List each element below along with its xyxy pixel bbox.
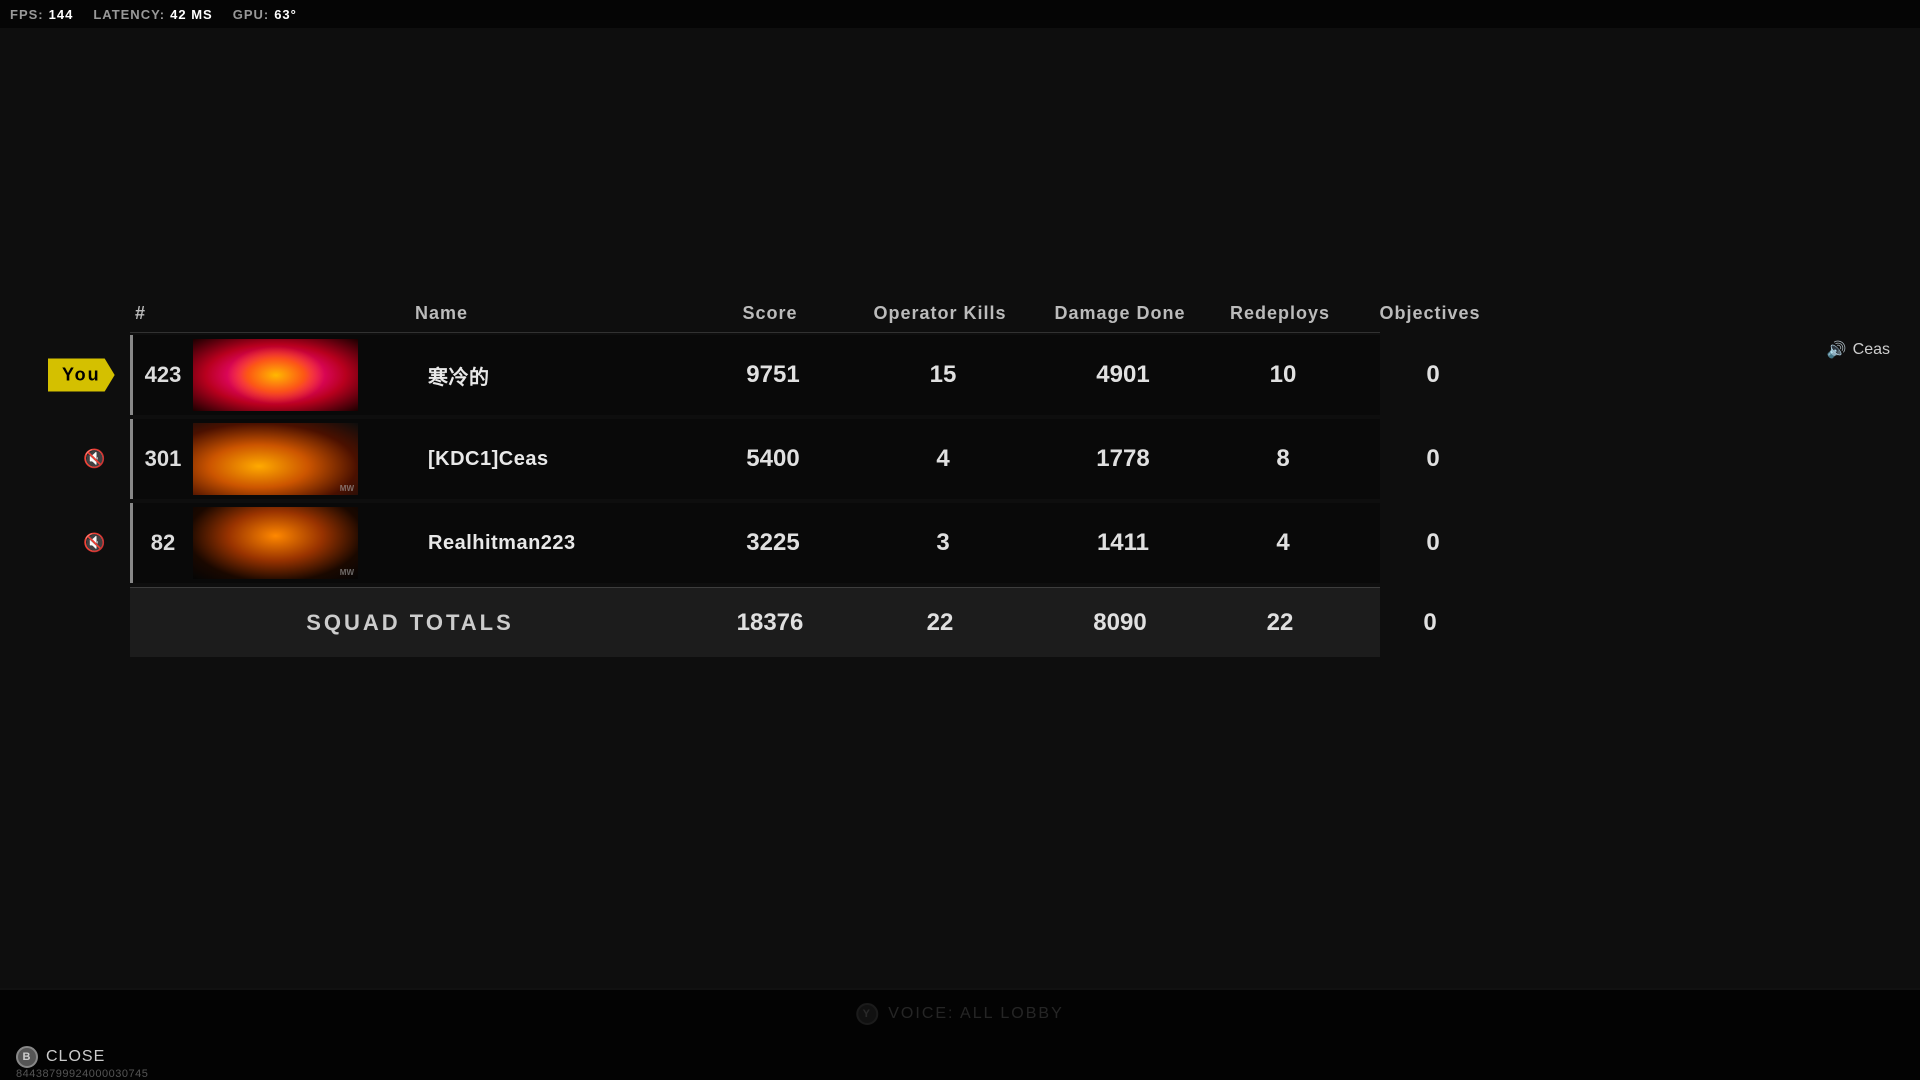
close-label: CLOSE <box>46 1048 105 1066</box>
gpu-value: 63° <box>274 7 297 22</box>
col-rank: # <box>130 303 190 324</box>
player-2-score: 5400 <box>693 445 853 473</box>
hud-bar: FPS: 144 LATENCY: 42 MS GPU: 63° <box>0 0 1920 28</box>
player-1-damage: 4901 <box>1033 361 1213 389</box>
voice-player-name: Ceas <box>1853 341 1890 359</box>
player-2-damage: 1778 <box>1033 445 1213 473</box>
player-3-avatar: MW <box>193 507 358 579</box>
squad-totals-row: SQUAD TOTALS 18376 22 8090 22 0 <box>130 587 1380 657</box>
player-row-3: 🔇 82 MW Realhitman223 3225 3 1411 4 0 <box>130 503 1380 583</box>
bottom-bar: B CLOSE 84438799924000030745 <box>0 990 1920 1080</box>
player-2-avatar: MW <box>193 423 358 495</box>
latency-display: LATENCY: 42 MS <box>93 7 212 22</box>
speaker-icon-3: 🔇 <box>83 533 105 553</box>
fps-label: FPS: <box>10 7 44 22</box>
player-3-redeploys: 4 <box>1213 529 1353 557</box>
squad-totals-label: SQUAD TOTALS <box>130 610 690 636</box>
col-score: Score <box>690 303 850 324</box>
player-2-avatar-overlay: MW <box>340 484 354 493</box>
totals-score: 18376 <box>690 609 850 637</box>
player-2-kills: 4 <box>853 445 1033 473</box>
latency-label: LATENCY: <box>93 7 165 22</box>
fps-display: FPS: 144 <box>10 7 73 22</box>
col-name: Name <box>410 303 690 324</box>
table-header: # Name Score Operator Kills Damage Done … <box>130 295 1380 333</box>
voice-speaker-icon: 🔊 <box>1827 340 1847 360</box>
player-1-kills: 15 <box>853 361 1033 389</box>
player-3-damage: 1411 <box>1033 529 1213 557</box>
player-2-avatar-bg: MW <box>193 423 358 495</box>
totals-kills: 22 <box>850 609 1030 637</box>
col-redeploys: Redeploys <box>1210 303 1350 324</box>
totals-redeploys: 22 <box>1210 609 1350 637</box>
gpu-label: GPU: <box>233 7 270 22</box>
player-1-rank: 423 <box>133 362 193 388</box>
player-3-speaker: 🔇 <box>83 533 105 554</box>
player-1-avatar-bg <box>193 339 358 411</box>
close-button[interactable]: B CLOSE <box>16 1046 105 1068</box>
player-3-name: Realhitman223 <box>413 532 693 555</box>
player-row-1: You 423 寒冷的 9751 15 4901 10 0 <box>130 335 1380 415</box>
latency-value: 42 MS <box>170 7 213 22</box>
speaker-icon-2: 🔇 <box>83 449 105 469</box>
player-1-redeploys: 10 <box>1213 361 1353 389</box>
player-3-avatar-overlay: MW <box>340 568 354 577</box>
totals-damage: 8090 <box>1030 609 1210 637</box>
player-1-score: 9751 <box>693 361 853 389</box>
totals-objectives: 0 <box>1350 609 1510 637</box>
player-2-objectives: 0 <box>1353 445 1513 473</box>
player-3-kills: 3 <box>853 529 1033 557</box>
player-3-rank: 82 <box>133 530 193 556</box>
fps-value: 144 <box>49 7 74 22</box>
col-damage-done: Damage Done <box>1030 303 1210 324</box>
player-3-avatar-bg: MW <box>193 507 358 579</box>
scoreboard: # Name Score Operator Kills Damage Done … <box>130 295 1380 657</box>
b-button-icon[interactable]: B <box>16 1046 38 1068</box>
player-2-rank: 301 <box>133 446 193 472</box>
player-3-objectives: 0 <box>1353 529 1513 557</box>
player-2-speaker: 🔇 <box>83 449 105 470</box>
player-1-avatar <box>193 339 358 411</box>
player-2-redeploys: 8 <box>1213 445 1353 473</box>
you-badge: You <box>48 359 115 392</box>
col-avatar <box>190 303 410 324</box>
player-3-score: 3225 <box>693 529 853 557</box>
voice-indicator: 🔊 Ceas <box>1827 340 1890 360</box>
col-objectives: Objectives <box>1350 303 1510 324</box>
col-operator-kills: Operator Kills <box>850 303 1030 324</box>
gpu-display: GPU: 63° <box>233 7 297 22</box>
player-2-name: [KDC1]Ceas <box>413 448 693 471</box>
player-row-2: 🔇 301 MW [KDC1]Ceas 5400 4 1778 8 0 <box>130 419 1380 499</box>
session-id: 84438799924000030745 <box>16 1068 148 1080</box>
player-1-name: 寒冷的 <box>413 361 693 390</box>
player-1-objectives: 0 <box>1353 361 1513 389</box>
